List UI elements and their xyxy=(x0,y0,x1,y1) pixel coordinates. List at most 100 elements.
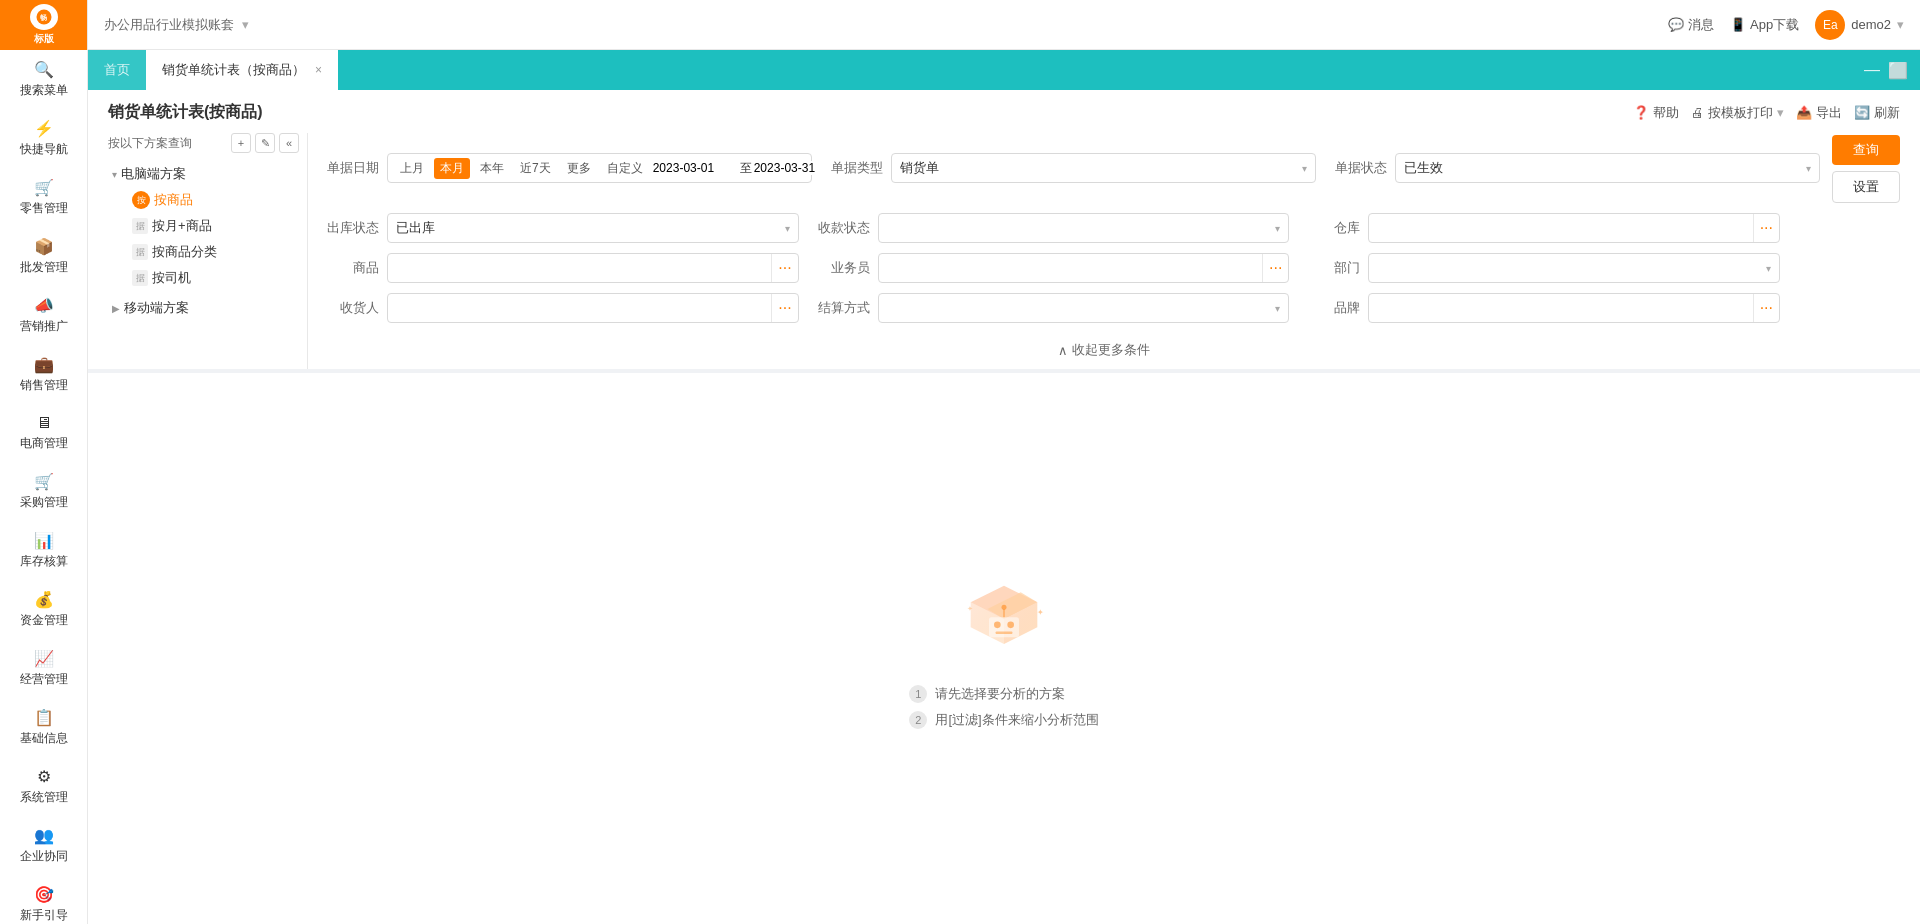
refresh-label: 刷新 xyxy=(1874,104,1900,122)
sidebar-item-5[interactable]: 💼销售管理 xyxy=(16,345,72,404)
filter-salesperson: 业务员 ··· xyxy=(815,253,1290,283)
date-more-btn[interactable]: 更多 xyxy=(561,158,597,179)
tab-close-btn[interactable]: × xyxy=(315,63,322,77)
date-start-input[interactable] xyxy=(653,161,738,175)
tree-node-1[interactable]: 据按月+商品 xyxy=(128,213,299,239)
page-title: 销货单统计表(按商品) xyxy=(108,102,263,123)
sidebar-item-4[interactable]: 📣营销推广 xyxy=(16,286,72,345)
message-btn[interactable]: 💬 消息 xyxy=(1668,16,1714,34)
product-input[interactable] xyxy=(388,261,767,276)
main-area: 办公用品行业模拟账套 ▾ 💬 消息 📱 App下载 Ea demo2 ▾ 首页 … xyxy=(88,0,1920,924)
doc-type-select[interactable]: 销货单 ▾ xyxy=(891,153,1316,183)
product-dots-btn[interactable]: ··· xyxy=(771,254,797,282)
sidebar-icon-13: 👥 xyxy=(34,826,54,845)
date-last7-btn[interactable]: 近7天 xyxy=(514,158,557,179)
sidebar-item-12[interactable]: ⚙系统管理 xyxy=(16,757,72,816)
sidebar-item-0[interactable]: 🔍搜索菜单 xyxy=(16,50,72,109)
scheme-add-btn[interactable]: + xyxy=(231,133,251,153)
print-dropdown-icon: ▾ xyxy=(1777,105,1784,120)
receiver-dots-btn[interactable]: ··· xyxy=(771,294,797,322)
export-btn[interactable]: 📤 导出 xyxy=(1796,104,1842,122)
sidebar-item-1[interactable]: ⚡快捷导航 xyxy=(16,109,72,168)
scheme-edit-btn[interactable]: ✎ xyxy=(255,133,275,153)
receiver-input[interactable] xyxy=(388,301,767,316)
warehouse-input[interactable] xyxy=(1369,221,1748,236)
department-select[interactable]: ▾ xyxy=(1368,253,1780,283)
out-status-select[interactable]: 已出库 ▾ xyxy=(387,213,799,243)
date-last-month-btn[interactable]: 上月 xyxy=(394,158,430,179)
doc-type-value: 销货单 xyxy=(900,159,1298,177)
sidebar-item-9[interactable]: 💰资金管理 xyxy=(16,580,72,639)
filter-receiver: 收货人 ··· xyxy=(324,293,799,323)
sidebar-item-11[interactable]: 📋基础信息 xyxy=(16,698,72,757)
filter-brand: 品牌 ··· xyxy=(1305,293,1780,323)
refresh-btn[interactable]: 🔄 刷新 xyxy=(1854,104,1900,122)
workspace-dropdown-icon[interactable]: ▾ xyxy=(242,17,249,32)
user-area[interactable]: Ea demo2 ▾ xyxy=(1815,10,1904,40)
sidebar-item-8[interactable]: 📊库存核算 xyxy=(16,521,72,580)
warehouse-dots-btn[interactable]: ··· xyxy=(1753,214,1779,242)
sidebar-item-6[interactable]: 🖥 电商管理 xyxy=(16,404,72,462)
sidebar-label-7: 采购管理 xyxy=(20,494,68,511)
sidebar-item-10[interactable]: 📈经营管理 xyxy=(16,639,72,698)
date-end-input[interactable] xyxy=(754,161,839,175)
svg-text:✦: ✦ xyxy=(967,604,973,611)
brand-label: 品牌 xyxy=(1305,299,1360,317)
print-btn[interactable]: 🖨 按模板打印 ▾ xyxy=(1691,104,1784,122)
payment-method-select[interactable]: ▾ xyxy=(878,293,1290,323)
filter-actions: ❓ 帮助 🖨 按模板打印 ▾ 📤 导出 🔄 刷新 xyxy=(1633,104,1900,122)
help-btn[interactable]: ❓ 帮助 xyxy=(1633,104,1679,122)
tree-node-0[interactable]: 按按商品 xyxy=(128,187,299,213)
doc-status-select[interactable]: 已生效 ▾ xyxy=(1395,153,1820,183)
date-custom-btn[interactable]: 自定义 xyxy=(601,158,649,179)
logo-icon: 畅 xyxy=(30,4,58,30)
brand-dots-btn[interactable]: ··· xyxy=(1753,294,1779,322)
maximize-icon[interactable]: ⬜ xyxy=(1888,61,1908,80)
settings-btn[interactable]: 设置 xyxy=(1832,171,1900,203)
query-btn[interactable]: 查询 xyxy=(1832,135,1900,165)
tab-home-label: 首页 xyxy=(104,61,130,79)
scheme-collapse-btn[interactable]: « xyxy=(279,133,299,153)
salesperson-dots-btn[interactable]: ··· xyxy=(1262,254,1288,282)
out-status-arrow: ▾ xyxy=(785,223,790,234)
sidebar-icon-12: ⚙ xyxy=(37,767,51,786)
filter-department: 部门 ▾ xyxy=(1305,253,1780,283)
tab-active[interactable]: 销货单统计表（按商品） × xyxy=(146,50,338,90)
app-download-btn[interactable]: 📱 App下载 xyxy=(1730,16,1799,34)
sidebar-item-13[interactable]: 👥企业协同 xyxy=(16,816,72,875)
collapse-bar[interactable]: ∧ 收起更多条件 xyxy=(308,333,1900,369)
workspace-label: 办公用品行业模拟账套 xyxy=(104,16,234,34)
sidebar-item-7[interactable]: 🛒采购管理 xyxy=(16,462,72,521)
tree-node-icon-3: 据 xyxy=(132,270,148,286)
sidebar-item-3[interactable]: 📦批发管理 xyxy=(16,227,72,286)
tree-node-icon-1: 据 xyxy=(132,218,148,234)
top-bar: 办公用品行业模拟账套 ▾ 💬 消息 📱 App下载 Ea demo2 ▾ xyxy=(88,0,1920,50)
brand-input[interactable] xyxy=(1369,301,1748,316)
sidebar-icon-6: 🖥 xyxy=(36,414,52,432)
tree-node-2[interactable]: 据按商品分类 xyxy=(128,239,299,265)
tree-mobile-group[interactable]: ▶ 移动端方案 xyxy=(108,295,299,321)
export-label: 导出 xyxy=(1816,104,1842,122)
minimize-icon[interactable]: — xyxy=(1864,61,1880,79)
receipt-status-select[interactable]: ▾ xyxy=(878,213,1290,243)
salesperson-input[interactable] xyxy=(879,261,1258,276)
date-current-month-btn[interactable]: 本月 xyxy=(434,158,470,179)
tab-bar-actions: — ⬜ xyxy=(1864,61,1920,80)
sidebar-item-2[interactable]: 🛒零售管理 xyxy=(16,168,72,227)
svg-rect-9 xyxy=(996,631,1013,634)
filter-row-4: 收货人 ··· 结算方式 ▾ xyxy=(324,293,1900,323)
sidebar-icon-1: ⚡ xyxy=(34,119,54,138)
sidebar-item-14[interactable]: 🎯新手引导 xyxy=(16,875,72,924)
receiver-input-wrap: ··· xyxy=(387,293,799,323)
tab-home[interactable]: 首页 xyxy=(88,50,146,90)
sidebar-label-9: 资金管理 xyxy=(20,612,68,629)
filter-date: 单据日期 上月 本月 本年 近7天 更多 自定义 xyxy=(324,153,812,183)
empty-tip-1: 1 请先选择要分析的方案 xyxy=(909,685,1098,703)
tree-node-3[interactable]: 据按司机 xyxy=(128,265,299,291)
sidebar-label-6: 电商管理 xyxy=(20,435,68,452)
warehouse-label: 仓库 xyxy=(1305,219,1360,237)
filter-area: 销货单统计表(按商品) ❓ 帮助 🖨 按模板打印 ▾ 📤 导出 xyxy=(88,90,1920,369)
tab-bar: 首页 销货单统计表（按商品） × — ⬜ xyxy=(88,50,1920,90)
username-label: demo2 xyxy=(1851,17,1891,32)
date-this-year-btn[interactable]: 本年 xyxy=(474,158,510,179)
